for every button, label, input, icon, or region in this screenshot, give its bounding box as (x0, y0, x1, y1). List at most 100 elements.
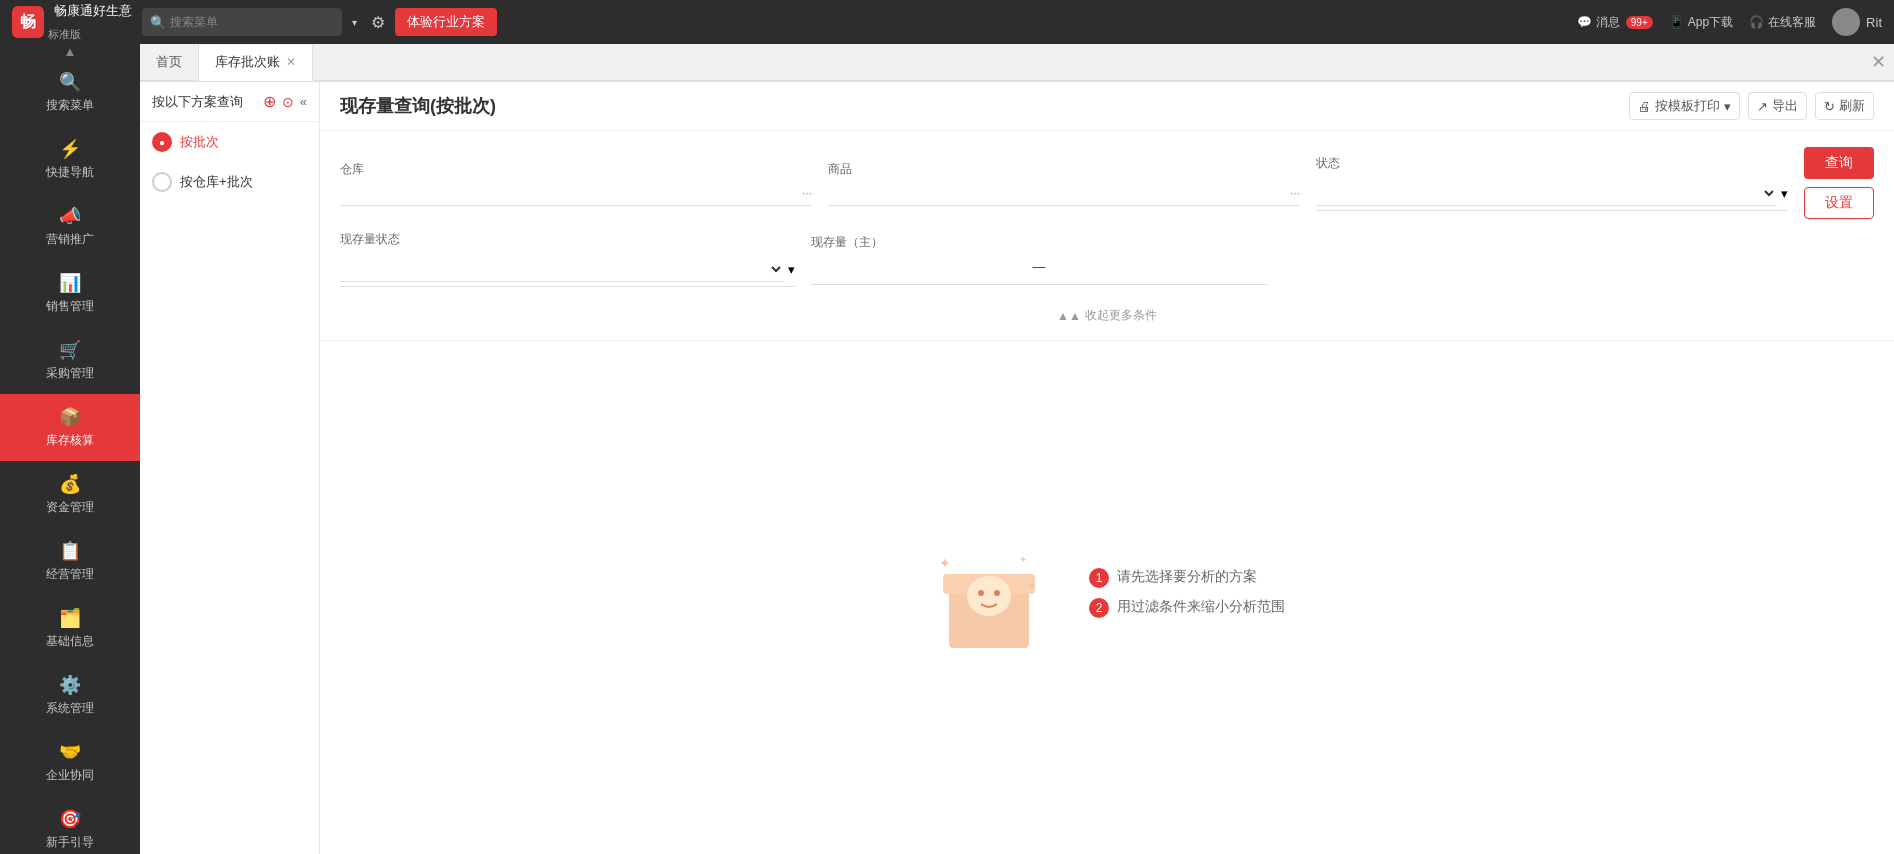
warehouse-input-wrapper: ··· (340, 182, 812, 206)
warehouse-input[interactable] (340, 186, 798, 201)
sidebar-item-quick-nav[interactable]: ⚡ 快捷导航 (0, 126, 140, 193)
panel-close-icon[interactable]: ✕ (1871, 51, 1886, 73)
nav-search-box[interactable]: 🔍 (142, 8, 342, 36)
step2-text: 用过滤条件来缩小分析范围 (1117, 598, 1285, 616)
refresh-label: 刷新 (1839, 97, 1865, 115)
search-dropdown-arrow[interactable]: ▾ (352, 17, 357, 28)
filter-panel: 按以下方案查询 ⊕ ⊙ « ● 按批次 按仓库+批次 (140, 82, 320, 854)
sidebar-item-guide[interactable]: 🎯 新手引导 (0, 796, 140, 854)
page-content: 按以下方案查询 ⊕ ⊙ « ● 按批次 按仓库+批次 (140, 82, 1894, 854)
app-download-action[interactable]: 📱 App下载 (1669, 14, 1733, 31)
empty-state: ✦ ✦ ✦ 1 请先选择要分析的方案 2 用过滤条件来缩小分析范围 (320, 341, 1894, 854)
tab-home[interactable]: 首页 (140, 44, 199, 80)
lightning-icon: ⚡ (59, 138, 81, 160)
export-button[interactable]: ↗ 导出 (1748, 92, 1807, 120)
print-dropdown-icon[interactable]: ▾ (1724, 99, 1731, 114)
sidebar-item-finance[interactable]: 💰 资金管理 (0, 461, 140, 528)
status-field: 状态 ▾ (1316, 155, 1788, 211)
sidebar-item-operations[interactable]: 📋 经营管理 (0, 528, 140, 595)
inventory-status-select[interactable] (340, 256, 784, 282)
settings-scheme-icon[interactable]: ⊙ (282, 94, 294, 110)
collapse-filter-icon[interactable]: « (300, 94, 307, 109)
inv-qty-input-wrapper: — (811, 255, 1266, 285)
warehouse-field: 仓库 ··· (340, 161, 812, 206)
messages-label: 消息 (1596, 14, 1620, 31)
sidebar-item-search[interactable]: 🔍 搜索菜单 (0, 59, 140, 126)
empty-text: 1 请先选择要分析的方案 2 用过滤条件来缩小分析范围 (1089, 568, 1285, 628)
main-area: 现存量查询(按批次) 🖨 按模板打印 ▾ ↗ 导出 ↻ (320, 82, 1894, 854)
filter-item-batch[interactable]: ● 按批次 (140, 122, 319, 162)
top-header: 畅 畅康通好生意 标准版 🔍 ▾ ⚙ 体验行业方案 💬 消息 99+ 📱 App… (0, 0, 1894, 44)
tab-inventory-batch[interactable]: 库存批次账 ✕ (199, 45, 313, 81)
title-actions: 🖨 按模板打印 ▾ ↗ 导出 ↻ 刷新 (1629, 92, 1874, 120)
search-input[interactable] (170, 15, 334, 29)
sidebar-item-purchase[interactable]: 🛒 采购管理 (0, 327, 140, 394)
export-icon: ↗ (1757, 99, 1768, 114)
svg-text:✦: ✦ (939, 555, 951, 571)
search-filters: 仓库 ··· 商品 ··· (320, 131, 1894, 341)
inventory-qty-label: 现存量（主） (811, 234, 1266, 251)
headset-icon: 🎧 (1749, 15, 1764, 29)
collapse-more-btn[interactable]: ▲▲ 收起更多条件 (340, 299, 1874, 324)
content-area: 首页 库存批次账 ✕ ✕ 按以下方案查询 ⊕ ⊙ « (140, 44, 1894, 854)
tab-close-icon[interactable]: ✕ (286, 55, 296, 69)
refresh-button[interactable]: ↻ 刷新 (1815, 92, 1874, 120)
filter-panel-title: 按以下方案查询 (152, 93, 243, 111)
money-icon: 💰 (59, 473, 81, 495)
target-icon: 🎯 (59, 808, 81, 830)
add-scheme-icon[interactable]: ⊕ (263, 92, 276, 111)
product-field: 商品 ··· (828, 161, 1300, 206)
export-label: 导出 (1772, 97, 1798, 115)
warehouse-more-icon[interactable]: ··· (802, 186, 812, 200)
qty-divider: — (1033, 259, 1046, 280)
action-buttons: 查询 设置 (1804, 147, 1874, 219)
query-button[interactable]: 查询 (1804, 147, 1874, 179)
warehouse-label: 仓库 (340, 161, 812, 178)
inventory-qty-to-input[interactable] (1050, 262, 1267, 277)
sidebar-item-inventory[interactable]: 📦 库存核算 (0, 394, 140, 461)
settings-button[interactable]: 设置 (1804, 187, 1874, 219)
tab-inventory-batch-label: 库存批次账 (215, 53, 280, 71)
collapse-up-icon: ▲▲ (1057, 309, 1081, 323)
product-input-wrapper: ··· (828, 182, 1300, 206)
refresh-icon: ↻ (1824, 99, 1835, 114)
search-icon: 🔍 (59, 71, 81, 93)
inv-status-input-wrapper: ▾ (340, 252, 795, 287)
status-select[interactable] (1316, 180, 1777, 206)
sidebar-item-basic[interactable]: 🗂️ 基础信息 (0, 595, 140, 662)
user-menu[interactable]: Rit (1832, 8, 1882, 36)
box-icon: 📦 (59, 406, 81, 428)
cart-icon: 🛒 (59, 339, 81, 361)
print-button[interactable]: 🖨 按模板打印 ▾ (1629, 92, 1740, 120)
empty-illustration: ✦ ✦ ✦ (929, 538, 1049, 658)
product-more-icon[interactable]: ··· (1290, 186, 1300, 200)
inventory-qty-field: 现存量（主） — (811, 234, 1266, 285)
user-name: Rit (1866, 15, 1882, 30)
header-settings-icon[interactable]: ⚙ (371, 13, 385, 32)
svg-point-2 (967, 576, 1011, 616)
megaphone-icon: 📣 (59, 205, 81, 227)
tab-home-label: 首页 (156, 53, 182, 71)
messages-action[interactable]: 💬 消息 99+ (1577, 14, 1653, 31)
filter-item-warehouse-batch[interactable]: 按仓库+批次 (140, 162, 319, 202)
sidebar-item-marketing[interactable]: 📣 营销推广 (0, 193, 140, 260)
app-name: 畅康通好生意 (54, 3, 132, 19)
message-icon: 💬 (1577, 15, 1592, 29)
status-dropdown-icon[interactable]: ▾ (1781, 186, 1788, 201)
inventory-qty-from-input[interactable] (811, 262, 1028, 277)
svg-point-4 (994, 590, 1000, 596)
inv-status-dropdown-icon[interactable]: ▾ (788, 262, 795, 277)
sidebar-item-system[interactable]: ⚙️ 系统管理 (0, 662, 140, 729)
page-title: 现存量查询(按批次) (340, 94, 496, 118)
product-input[interactable] (828, 186, 1286, 201)
app-download-label: App下载 (1688, 14, 1733, 31)
sidebar-item-enterprise[interactable]: 🤝 企业协同 (0, 729, 140, 796)
main-layout: ▲ 🔍 搜索菜单 ⚡ 快捷导航 📣 营销推广 📊 销售管理 🛒 采购管理 📦 库… (0, 44, 1894, 854)
sidebar-scroll-up[interactable]: ▲ (0, 44, 140, 59)
product-label: 商品 (828, 161, 1300, 178)
trial-button[interactable]: 体验行业方案 (395, 8, 497, 36)
online-service-action[interactable]: 🎧 在线客服 (1749, 14, 1816, 31)
inventory-status-field: 现存量状态 ▾ (340, 231, 795, 287)
sidebar-item-sales[interactable]: 📊 销售管理 (0, 260, 140, 327)
tab-bar: 首页 库存批次账 ✕ ✕ (140, 44, 1894, 82)
